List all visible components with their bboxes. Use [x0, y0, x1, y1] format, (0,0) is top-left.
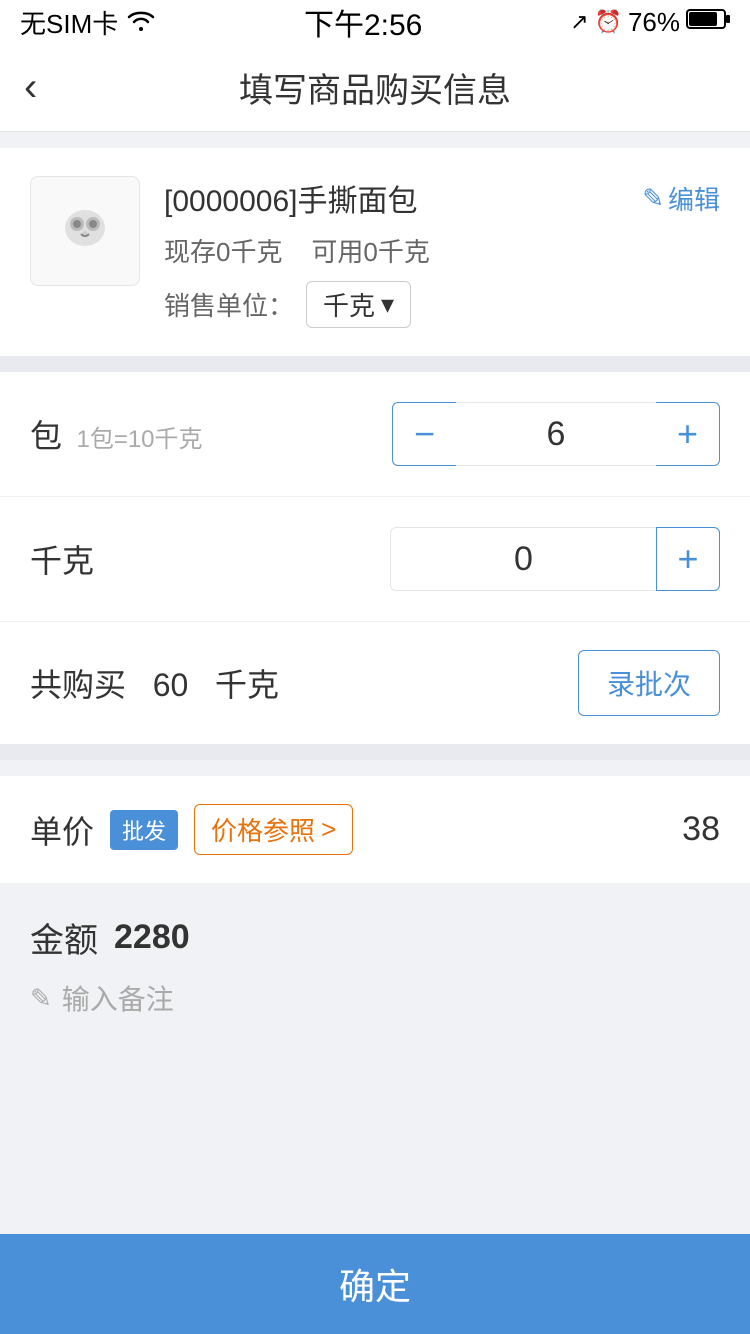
- product-stock: 现存0千克 可用0千克: [164, 232, 720, 269]
- status-time: 下午2:56: [304, 0, 422, 44]
- remark-placeholder: 输入备注: [62, 978, 174, 1018]
- section-divider-1: [0, 356, 750, 372]
- bottom-space: [0, 1038, 750, 1158]
- price-row: 单价 批发 价格参照 > 38: [30, 804, 720, 855]
- total-text: 共购买 60 千克: [30, 660, 279, 706]
- bag-qty-control: − +: [392, 402, 720, 466]
- section-divider-2: [0, 744, 750, 760]
- price-value: 38: [682, 810, 720, 849]
- kg-qty-input[interactable]: [390, 527, 656, 591]
- edit-icon: ✎: [642, 183, 664, 214]
- carrier-text: 无SIM卡: [20, 4, 118, 41]
- bag-increment-button[interactable]: +: [656, 402, 720, 466]
- back-button[interactable]: ‹: [24, 65, 37, 110]
- unit-select[interactable]: 千克 ▾: [306, 281, 411, 328]
- price-batch-tag: 批发: [110, 810, 178, 850]
- bag-input-section: 包 1包=10千克 − + 千克 +: [0, 372, 750, 622]
- bag-sub-label: 1包=10千克: [76, 426, 202, 453]
- amount-row: 金额 2280: [30, 913, 720, 962]
- confirm-button[interactable]: 确定: [0, 1234, 750, 1334]
- kg-label: 千克: [30, 536, 94, 582]
- wifi-icon: [126, 7, 156, 38]
- kg-input-row: 千克 +: [0, 497, 750, 622]
- price-section: 单价 批发 价格参照 > 38: [0, 776, 750, 883]
- record-batch-button[interactable]: 录批次: [578, 650, 720, 716]
- product-image: [30, 176, 140, 286]
- remark-row[interactable]: ✎ 输入备注: [30, 978, 720, 1018]
- edit-button[interactable]: ✎ 编辑: [642, 180, 720, 217]
- product-unit-row: 销售单位： 千克 ▾: [164, 281, 720, 328]
- product-owl-icon: [55, 196, 115, 267]
- status-bar: 无SIM卡 下午2:56 ↗ ⏰ 76%: [0, 0, 750, 44]
- price-ref-arrow: >: [321, 814, 336, 845]
- remark-icon: ✎: [30, 983, 52, 1014]
- alarm-icon: ⏰: [595, 9, 622, 35]
- bag-label-group: 包 1包=10千克: [30, 411, 203, 457]
- product-name-row: [0000006]手撕面包 ✎ 编辑: [164, 176, 720, 220]
- total-row: 共购买 60 千克 录批次: [0, 622, 750, 744]
- kg-increment-button[interactable]: +: [656, 527, 720, 591]
- battery-text: 76%: [628, 7, 680, 38]
- dropdown-icon: ▾: [381, 289, 394, 320]
- page-title: 填写商品购买信息: [239, 63, 511, 112]
- location-icon: ↗: [570, 9, 588, 35]
- status-right: ↗ ⏰ 76%: [570, 7, 730, 38]
- bag-label: 包: [30, 418, 62, 454]
- amount-section: 金额 2280 ✎ 输入备注: [0, 883, 750, 1038]
- product-name: [0000006]手撕面包: [164, 176, 417, 220]
- price-label-row: 单价 批发 价格参照 >: [30, 804, 353, 855]
- status-carrier: 无SIM卡: [20, 4, 156, 41]
- kg-qty-control: +: [390, 527, 720, 591]
- product-info: [0000006]手撕面包 ✎ 编辑 现存0千克 可用0千克 销售单位： 千克 …: [164, 176, 720, 328]
- nav-bar: ‹ 填写商品购买信息: [0, 44, 750, 132]
- price-ref-button[interactable]: 价格参照 >: [194, 804, 353, 855]
- bag-qty-input[interactable]: [456, 402, 656, 466]
- bag-input-row: 包 1包=10千克 − +: [0, 372, 750, 497]
- product-card: [0000006]手撕面包 ✎ 编辑 现存0千克 可用0千克 销售单位： 千克 …: [0, 148, 750, 356]
- back-icon: ‹: [24, 65, 37, 109]
- battery-icon: [686, 8, 730, 37]
- bag-decrement-button[interactable]: −: [392, 402, 456, 466]
